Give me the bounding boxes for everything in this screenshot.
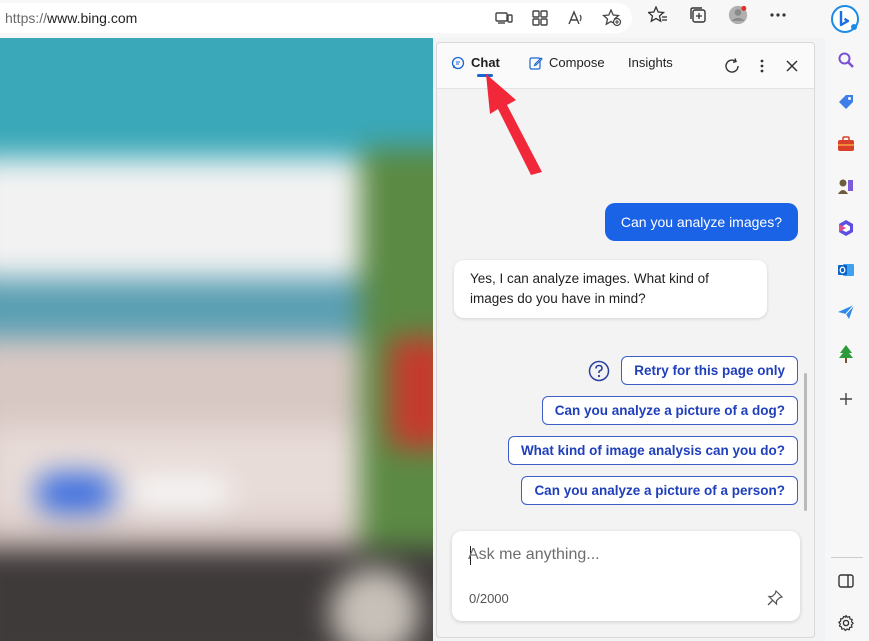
- url-host: www.bing.com: [47, 10, 138, 26]
- help-icon[interactable]: [588, 360, 610, 382]
- edge-sidebar: [825, 0, 869, 641]
- device-icon[interactable]: [494, 8, 514, 28]
- bing-logo-icon[interactable]: [831, 5, 859, 33]
- browser-toolbar: https://www.bing.com: [0, 0, 825, 38]
- refresh-icon[interactable]: [721, 55, 743, 77]
- tab-compose[interactable]: Compose: [529, 55, 605, 70]
- address-bar[interactable]: https://www.bing.com: [0, 3, 632, 33]
- tab-insights[interactable]: Insights: [628, 55, 673, 70]
- collections-icon[interactable]: [688, 5, 708, 25]
- chat-input-box[interactable]: 0/2000: [452, 531, 800, 621]
- office-icon[interactable]: [834, 216, 858, 240]
- compose-icon: [529, 56, 543, 70]
- shopping-tag-icon[interactable]: [834, 90, 858, 114]
- tab-chat[interactable]: Chat: [451, 55, 500, 70]
- url-scheme: https://: [5, 10, 48, 26]
- chat-bubble-icon: [451, 56, 465, 69]
- outlook-icon[interactable]: [834, 258, 858, 282]
- sidebar-toggle-icon[interactable]: [834, 569, 858, 593]
- add-icon[interactable]: [834, 387, 858, 411]
- url-text[interactable]: https://www.bing.com: [0, 10, 137, 26]
- sidebar-divider: [831, 557, 863, 558]
- chat-input[interactable]: [468, 544, 768, 566]
- suggestion-button[interactable]: What kind of image analysis can you do?: [507, 436, 798, 465]
- add-favorite-icon[interactable]: [602, 8, 622, 28]
- favorites-icon[interactable]: [648, 5, 668, 25]
- tab-chat-label: Chat: [471, 55, 500, 70]
- suggestion-button[interactable]: Retry for this page only: [621, 356, 798, 385]
- tools-icon[interactable]: [834, 132, 858, 156]
- search-icon[interactable]: [834, 48, 858, 72]
- suggestion-button[interactable]: Can you analyze a picture of a person?: [521, 476, 798, 505]
- character-counter: 0/2000: [469, 591, 509, 606]
- tab-insights-label: Insights: [628, 55, 673, 70]
- bot-message: Yes, I can analyze images. What kind of …: [454, 260, 767, 318]
- pin-icon[interactable]: [766, 589, 784, 607]
- user-message: Can you analyze images?: [604, 203, 798, 241]
- more-options-vertical-icon[interactable]: [751, 55, 773, 77]
- tree-icon[interactable]: [834, 342, 858, 366]
- annotation-arrow-icon: [486, 74, 542, 175]
- tab-compose-label: Compose: [549, 55, 605, 70]
- scrollbar-thumb[interactable]: [804, 373, 807, 511]
- suggestion-button[interactable]: Can you analyze a picture of a dog?: [541, 396, 798, 425]
- webpage-content: [0, 38, 433, 641]
- games-icon[interactable]: [834, 174, 858, 198]
- close-icon[interactable]: [781, 55, 803, 77]
- settings-icon[interactable]: [834, 611, 858, 635]
- read-aloud-icon[interactable]: [566, 8, 586, 28]
- apps-icon[interactable]: [530, 8, 550, 28]
- more-options-icon[interactable]: [768, 5, 788, 25]
- send-icon[interactable]: [834, 300, 858, 324]
- profile-avatar-icon[interactable]: [728, 5, 748, 25]
